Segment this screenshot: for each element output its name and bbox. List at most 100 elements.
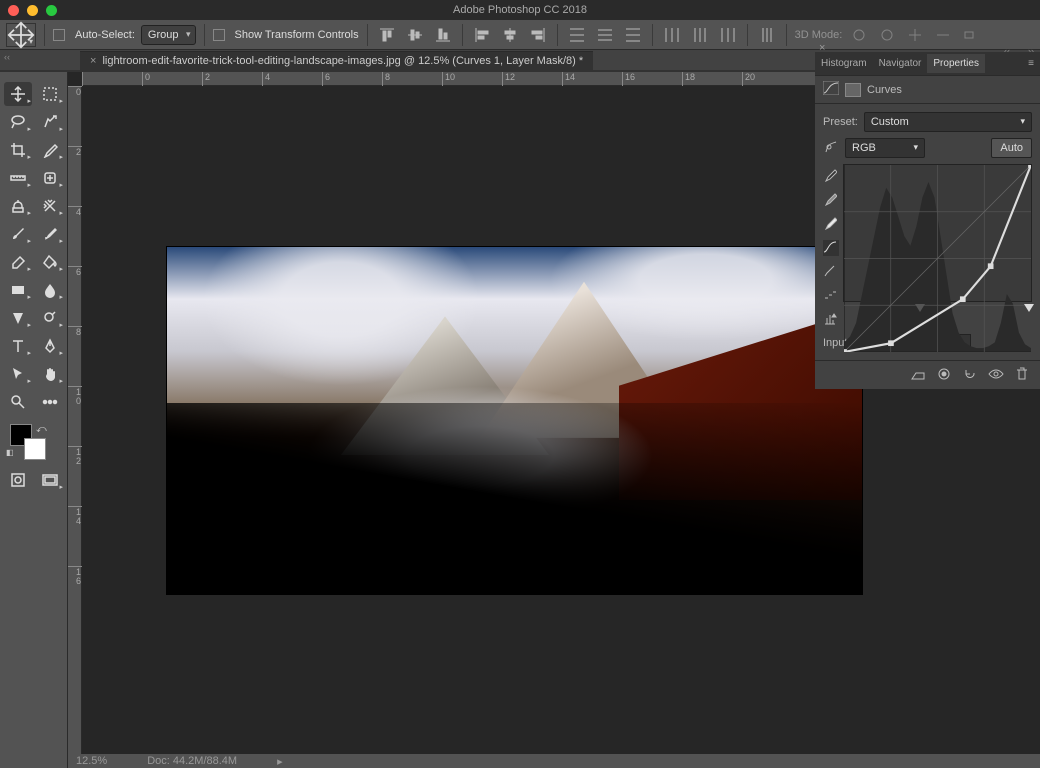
color-swatches: ⤺ ◧ [0,424,67,464]
swap-colors-icon[interactable]: ⤺ [36,424,47,435]
tab-properties[interactable]: Properties [927,54,985,73]
black-point-slider[interactable] [915,304,925,312]
clip-to-layer-icon[interactable] [910,367,928,383]
edit-points-icon[interactable] [823,240,839,256]
pen-tool[interactable]: ▸ [36,334,64,358]
zoom-level[interactable]: 12.5% [76,755,107,767]
close-tab-icon[interactable]: × [90,55,96,67]
3d-mode-label: 3D Mode: [795,29,843,41]
toggle-visibility-icon[interactable] [988,367,1006,383]
sample-black-icon[interactable] [823,168,839,184]
curve-sliders[interactable] [843,304,1032,316]
paint-bucket-tool[interactable]: ▸ [36,250,64,274]
white-point-slider[interactable] [1024,304,1034,312]
ruler-vertical[interactable]: 0246810121416 [68,86,82,754]
tab-navigator[interactable]: Navigator [873,54,928,73]
status-bar: 12.5% Doc: 44.2M/88.4M ▸ [68,754,1040,768]
panel-close-icon[interactable]: × [819,42,825,54]
properties-panel: × Histogram Navigator Properties ≡ Curve… [815,52,1040,389]
background-color[interactable] [24,438,46,460]
history-brush-tool[interactable]: ▸ [36,222,64,246]
align-hcenter-icon[interactable] [499,24,521,46]
rectangular-marquee-tool[interactable]: ▸ [36,82,64,106]
distribute-bottom-icon[interactable] [622,24,644,46]
align-vcenter-icon[interactable] [404,24,426,46]
doc-size[interactable]: Doc: 44.2M/88.4M [147,755,237,767]
3d-camera-icon [960,24,982,46]
tool-panel: ▸ ▸ ▸ ▸ ▸ ▸ ▸ ▸ ▸ ▸ ▸ ▸ ▸ ▸ ▸ ▸ ▸ ▸ ▸ ▸ … [0,72,68,768]
blur-tool[interactable]: ▸ [36,278,64,302]
current-tool-indicator[interactable]: ▾ [6,23,36,47]
ruler-horizontal[interactable]: 02468101214161820 [82,72,940,86]
view-previous-icon[interactable] [936,367,954,383]
document-tab[interactable]: × lightroom-edit-favorite-trick-tool-edi… [80,51,593,70]
3d-orbit-icon [848,24,870,46]
clip-warning-icon[interactable] [823,312,839,328]
window-close-icon[interactable] [8,5,19,16]
curves-graph[interactable] [843,164,1032,302]
auto-select-checkbox[interactable] [53,29,65,41]
app-title: Adobe Photoshop CC 2018 [453,4,587,16]
align-top-icon[interactable] [376,24,398,46]
clone-stamp-tool[interactable]: ▸ [4,194,32,218]
hand-tool[interactable]: ▸ [36,362,64,386]
default-colors-icon[interactable]: ◧ [6,448,14,457]
tab-collapse-icon[interactable]: ‹‹ [0,50,14,64]
brush-tool[interactable]: ▸ [4,222,32,246]
options-bar: ▾ Auto-Select: Group Show Transform Cont… [0,20,1040,50]
align-bottom-icon[interactable] [432,24,454,46]
document-image[interactable] [167,247,862,594]
canvas[interactable] [82,86,940,754]
gradient-tool[interactable]: ▸ [4,278,32,302]
status-chevron-icon[interactable]: ▸ [277,755,283,768]
move-tool[interactable]: ▸ [4,82,32,106]
target-adjustment-icon[interactable] [823,139,839,158]
type-tool[interactable]: ▸ [4,334,32,358]
screen-mode-icon[interactable]: ▸ [36,468,64,492]
quick-mask-icon[interactable] [4,468,32,492]
align-left-icon[interactable] [471,24,493,46]
more-align-icon[interactable] [756,24,778,46]
crop-tool[interactable]: ▸ [4,138,32,162]
draw-curve-icon[interactable] [823,264,839,280]
eraser-tool[interactable]: ▸ [4,250,32,274]
lasso-tool[interactable]: ▸ [4,110,32,134]
distribute-left-icon[interactable] [661,24,683,46]
channel-dropdown[interactable]: RGB [845,138,925,158]
curves-adj-icon [823,81,839,98]
window-minimize-icon[interactable] [27,5,38,16]
window-zoom-icon[interactable] [46,5,57,16]
sample-white-icon[interactable] [823,216,839,232]
auto-select-dropdown[interactable]: Group [141,25,196,45]
reset-icon[interactable] [962,367,980,383]
3d-roll-icon [876,24,898,46]
document-tab-title: lightroom-edit-favorite-trick-tool-editi… [102,55,583,67]
eyedropper-tool[interactable]: ▸ [36,138,64,162]
properties-title: Curves [867,84,902,96]
show-transform-checkbox[interactable] [213,29,225,41]
show-transform-label: Show Transform Controls [235,29,359,41]
distribute-top-icon[interactable] [566,24,588,46]
sample-gray-icon[interactable] [823,192,839,208]
delete-adjustment-icon[interactable] [1014,367,1032,383]
patch-tool[interactable]: ▸ [36,194,64,218]
path-selection-tool[interactable]: ▸ [4,362,32,386]
preset-dropdown[interactable]: Custom [864,112,1032,132]
layer-mask-icon[interactable] [845,83,861,97]
healing-brush-tool[interactable]: ▸ [36,166,64,190]
smooth-curve-icon[interactable] [823,288,839,304]
distribute-hcenter-icon[interactable] [689,24,711,46]
ruler-tool[interactable]: ▸ [4,166,32,190]
burn-tool[interactable]: ▸ [36,306,64,330]
preset-label: Preset: [823,116,858,128]
distribute-right-icon[interactable] [717,24,739,46]
zoom-tool[interactable] [4,390,32,414]
auto-button[interactable]: Auto [991,138,1032,158]
tab-histogram[interactable]: Histogram [815,54,873,73]
panel-menu-icon[interactable]: ≡ [1022,54,1040,73]
align-right-icon[interactable] [527,24,549,46]
distribute-vcenter-icon[interactable] [594,24,616,46]
edit-toolbar-icon[interactable] [36,390,64,414]
dodge-tool[interactable]: ▸ [4,306,32,330]
quick-selection-tool[interactable]: ▸ [36,110,64,134]
